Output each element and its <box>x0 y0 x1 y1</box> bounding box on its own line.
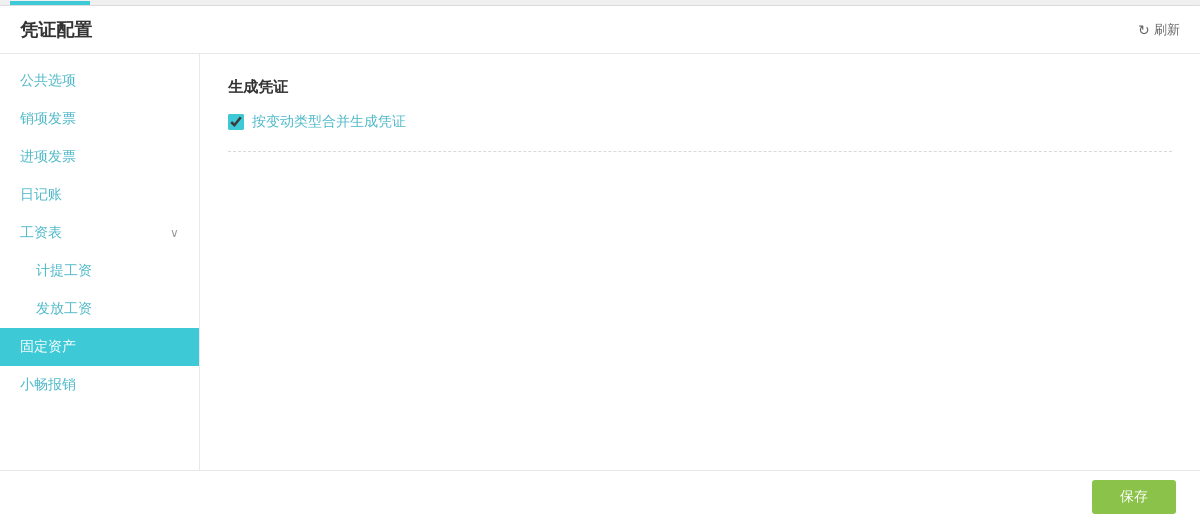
sidebar-item-label: 计提工资 <box>36 262 92 280</box>
section-title: 生成凭证 <box>228 78 1172 97</box>
sidebar-item-salary-accrual[interactable]: 计提工资 <box>0 252 199 290</box>
page-title: 凭证配置 <box>20 18 92 42</box>
refresh-icon: ↻ <box>1138 22 1150 38</box>
merge-by-type-checkbox[interactable] <box>228 114 244 130</box>
sidebar-item-expense[interactable]: 小畅报销 <box>0 366 199 404</box>
content-area: 生成凭证 按变动类型合并生成凭证 <box>200 54 1200 470</box>
checkbox-row: 按变动类型合并生成凭证 <box>228 113 1172 131</box>
sidebar-item-sales-invoice[interactable]: 销项发票 <box>0 100 199 138</box>
sidebar-item-label: 工资表 <box>20 224 62 242</box>
sidebar-item-label: 销项发票 <box>20 110 76 128</box>
header: 凭证配置 ↻ 刷新 <box>0 6 1200 54</box>
sidebar-item-label: 发放工资 <box>36 300 92 318</box>
sidebar-item-label: 日记账 <box>20 186 62 204</box>
footer: 保存 <box>0 470 1200 522</box>
sidebar-item-salary-pay[interactable]: 发放工资 <box>0 290 199 328</box>
sidebar-item-journal[interactable]: 日记账 <box>0 176 199 214</box>
sidebar-item-label: 小畅报销 <box>20 376 76 394</box>
sidebar-item-fixed-assets[interactable]: 固定资产 <box>0 328 199 366</box>
sidebar-item-payroll[interactable]: 工资表 ∨ <box>0 214 199 252</box>
sidebar-item-label: 固定资产 <box>20 338 76 356</box>
sidebar-item-label: 公共选项 <box>20 72 76 90</box>
sidebar: 公共选项销项发票进项发票日记账工资表 ∨ 计提工资发放工资固定资产小畅报销 <box>0 54 200 470</box>
active-tab-indicator <box>10 1 90 5</box>
merge-by-type-label[interactable]: 按变动类型合并生成凭证 <box>252 113 406 131</box>
sidebar-item-purchase-invoice[interactable]: 进项发票 <box>0 138 199 176</box>
sidebar-item-public-options[interactable]: 公共选项 <box>0 62 199 100</box>
refresh-button[interactable]: ↻ 刷新 <box>1138 21 1180 39</box>
main-layout: 公共选项销项发票进项发票日记账工资表 ∨ 计提工资发放工资固定资产小畅报销 生成凭证… <box>0 54 1200 470</box>
refresh-label: 刷新 <box>1154 21 1180 39</box>
chevron-down-icon: ∨ <box>170 226 179 240</box>
sidebar-item-label: 进项发票 <box>20 148 76 166</box>
section-divider <box>228 151 1172 152</box>
save-button[interactable]: 保存 <box>1092 480 1176 514</box>
